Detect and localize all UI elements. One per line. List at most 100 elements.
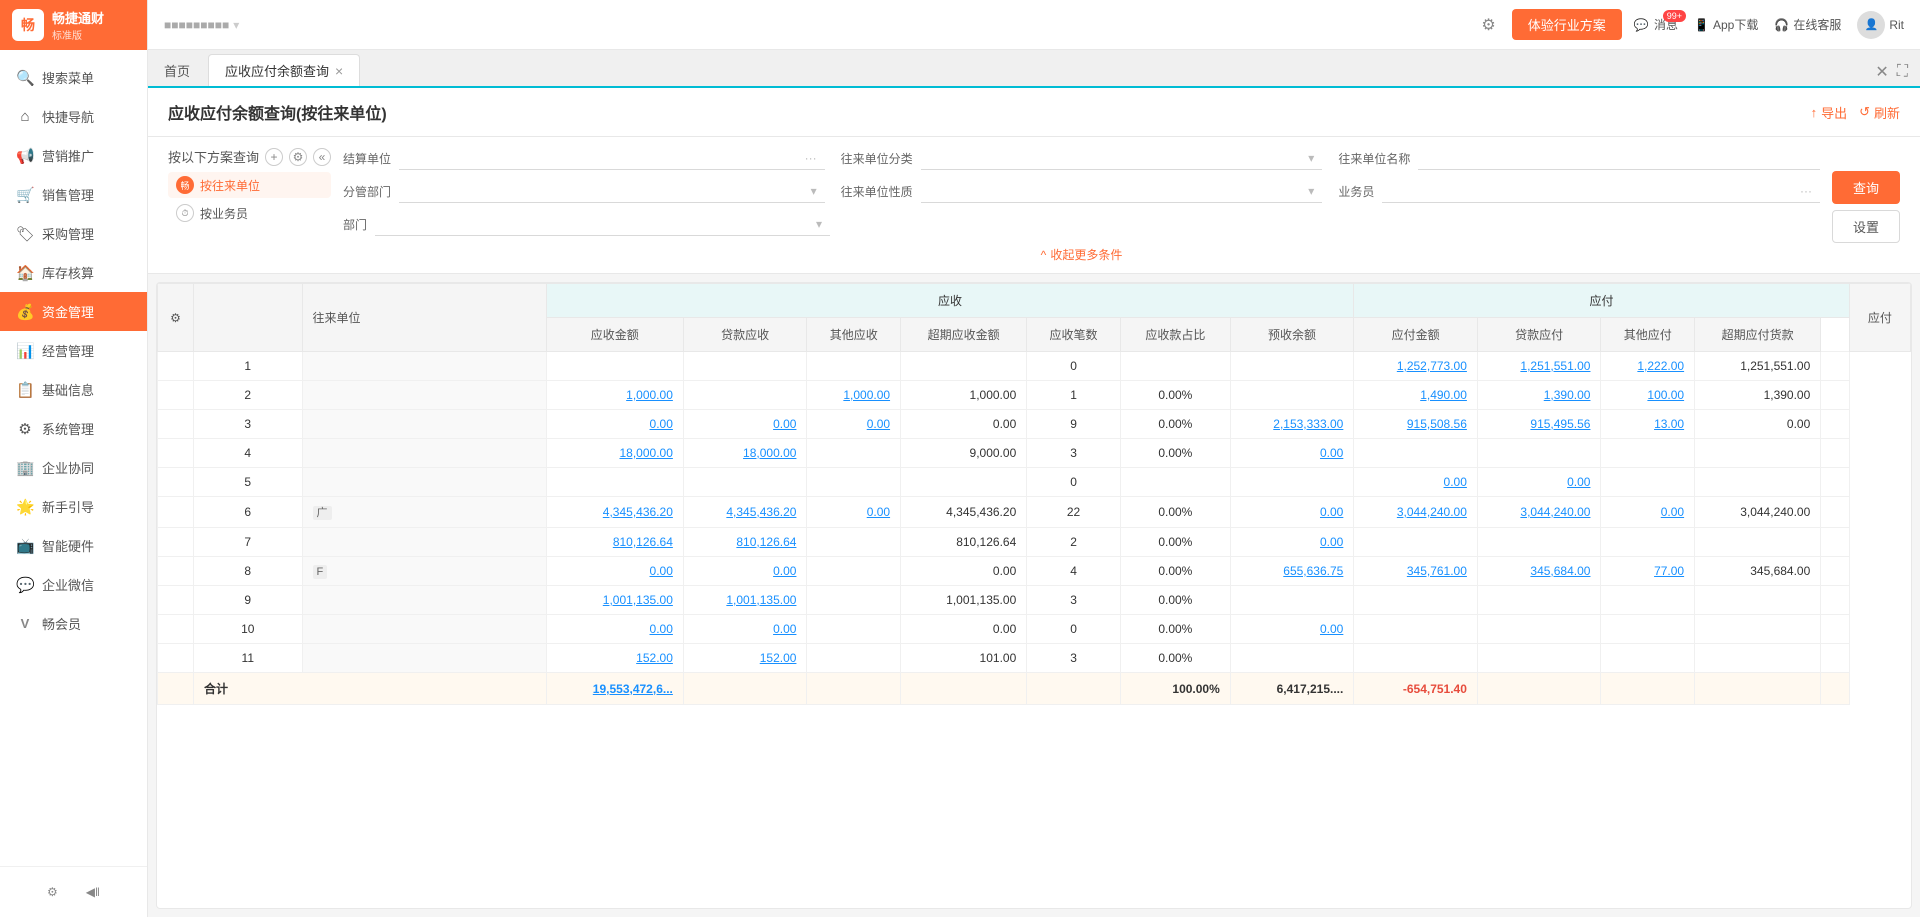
sidebar-item-guide[interactable]: 🌟 新手引导: [0, 487, 147, 526]
window-maximize-icon[interactable]: ⛶: [1897, 63, 1908, 81]
total-ar-advance: 6,417,215....: [1230, 673, 1354, 705]
sidebar-label-marketing: 营销推广: [42, 146, 94, 165]
salesman-ellipsis: ···: [1800, 184, 1812, 198]
refresh-button[interactable]: ↺ 刷新: [1859, 103, 1900, 122]
row-unit: [302, 615, 546, 644]
filter-add-button[interactable]: +: [265, 148, 283, 166]
sidebar-label-sales: 销售管理: [42, 185, 94, 204]
export-button[interactable]: ↑ 导出: [1811, 103, 1848, 122]
sidebar-item-hardware[interactable]: 📺 智能硬件: [0, 526, 147, 565]
filter-dept-managed: 分管部门 ▾: [343, 180, 825, 203]
sidebar-item-business[interactable]: 📊 经营管理: [0, 331, 147, 370]
row-unit: [302, 439, 546, 468]
window-close-icon[interactable]: ✕: [1875, 62, 1888, 82]
sidebar-label-hardware: 智能硬件: [42, 536, 94, 555]
col-settings-header[interactable]: ⚙: [158, 284, 194, 352]
sidebar: 畅 畅捷通财 标准版 🔍 搜索菜单 ⌂ 快捷导航 📢 营销推广 🛒 销售管理 🏷…: [0, 0, 148, 917]
member-icon: V: [16, 616, 34, 631]
table-row: 8F0.000.000.0040.00%655,636.75345,761.00…: [158, 557, 1911, 586]
filter-salesman: 业务员 ···: [1338, 180, 1820, 203]
sidebar-item-wechat[interactable]: 💬 企业微信: [0, 565, 147, 604]
sidebar-item-sales[interactable]: 🛒 销售管理: [0, 175, 147, 214]
sidebar-item-purchase[interactable]: 🏷 采购管理: [0, 214, 147, 253]
sidebar-item-finance[interactable]: 💰 资金管理: [0, 292, 147, 331]
scheme-by-staff-icon: ⏱: [176, 204, 194, 222]
filter-settings-icon[interactable]: ⚙: [289, 148, 307, 166]
col-ar-amount-header: 应收金额: [546, 318, 683, 352]
table-row: 6广4,345,436.204,345,436.200.004,345,436.…: [158, 497, 1911, 528]
online-service-label: 在线客服: [1793, 16, 1841, 33]
tab-home-label: 首页: [164, 61, 190, 80]
query-button[interactable]: 查询: [1832, 171, 1900, 204]
breadcrumb-divider: ▾: [233, 18, 239, 32]
purchase-icon: 🏷: [16, 225, 34, 243]
col-ap-extra-header: 应付: [1849, 284, 1910, 352]
sidebar-item-enterprise[interactable]: 🏢 企业协同: [0, 448, 147, 487]
promo-button[interactable]: 体验行业方案: [1512, 9, 1622, 40]
col-ar-count-header: 应收笔数: [1027, 318, 1121, 352]
filter-collapse-icon[interactable]: «: [313, 148, 331, 166]
settings-button[interactable]: 设置: [1832, 210, 1900, 243]
unit-name-input[interactable]: [1418, 147, 1820, 170]
filter-fields: 结算单位 ··· 往来单位分类 ▾ 往来单位名称: [343, 147, 1820, 267]
row-unit: [302, 586, 546, 615]
table-row: 7810,126.64810,126.64810,126.6420.00%0.0…: [158, 528, 1911, 557]
sidebar-item-basic-info[interactable]: 📋 基础信息: [0, 370, 147, 409]
sidebar-label-member: 畅会员: [42, 614, 81, 633]
total-label-cell: 合计: [194, 673, 547, 705]
sidebar-collapse-button[interactable]: ◀‖: [74, 877, 112, 907]
row-unit: [302, 352, 546, 381]
row-unit: 广: [302, 497, 546, 528]
total-ap-amount: -654,751.40: [1354, 673, 1478, 705]
app-download-button[interactable]: 📱 App下载: [1694, 16, 1758, 33]
breadcrumb-text: ■■■■■■■■■: [164, 18, 229, 32]
tab-home[interactable]: 首页: [148, 54, 206, 86]
dept-input[interactable]: ▾: [375, 213, 830, 236]
unit-nature-chevron: ▾: [1308, 184, 1314, 198]
unit-nature-label: 往来单位性质: [841, 183, 913, 200]
system-icon: ⚙: [16, 420, 34, 438]
logo-icon: 畅: [12, 9, 44, 41]
sidebar-settings-button[interactable]: ⚙: [35, 877, 70, 907]
app-download-label: App下载: [1713, 16, 1758, 33]
sidebar-item-search-menu[interactable]: 🔍 搜索菜单: [0, 58, 147, 97]
sidebar-item-system[interactable]: ⚙ 系统管理: [0, 409, 147, 448]
scheme-by-staff[interactable]: ⏱ 按业务员: [168, 200, 331, 226]
query-buttons: 查询 设置: [1832, 147, 1900, 267]
salesman-input[interactable]: ···: [1382, 180, 1820, 203]
scheme-by-unit[interactable]: 畅 按往来单位: [168, 172, 331, 198]
tab-ar-ap[interactable]: 应收应付余额查询 ×: [208, 54, 360, 86]
sidebar-item-inventory[interactable]: 🏠 库存核算: [0, 253, 147, 292]
sidebar-label-guide: 新手引导: [42, 497, 94, 516]
sidebar-item-marketing[interactable]: 📢 营销推广: [0, 136, 147, 175]
total-ar-other: [807, 673, 901, 705]
sidebar-item-member[interactable]: V 畅会员: [0, 604, 147, 643]
messages-button[interactable]: 💬 99+ 消息: [1634, 16, 1678, 33]
settings-gear-icon[interactable]: ⚙: [1477, 11, 1499, 39]
sidebar-label-quick-nav: 快捷导航: [42, 107, 94, 126]
row-unit: [302, 381, 546, 410]
refresh-icon: ↺: [1859, 104, 1870, 120]
col-index-header: [194, 284, 303, 352]
unit-nature-input[interactable]: ▾: [921, 180, 1323, 203]
unit-category-input[interactable]: ▾: [921, 147, 1323, 170]
page-title: 应收应付余额查询(按往来单位): [168, 100, 387, 136]
tab-close-icon[interactable]: ×: [335, 63, 343, 79]
scheme-by-unit-label: 按往来单位: [200, 177, 260, 194]
collapse-button[interactable]: ^ 收起更多条件: [343, 242, 1820, 267]
sidebar-menu: 🔍 搜索菜单 ⌂ 快捷导航 📢 营销推广 🛒 销售管理 🏷 采购管理 🏠 库存核…: [0, 50, 147, 866]
dept-chevron: ▾: [816, 217, 822, 231]
avatar: 👤: [1857, 11, 1885, 39]
table-row: 500.000.00: [158, 468, 1911, 497]
online-service-button[interactable]: 🎧 在线客服: [1774, 16, 1841, 33]
total-ar-loan: [683, 673, 807, 705]
sidebar-item-quick-nav[interactable]: ⌂ 快捷导航: [0, 97, 147, 136]
filter-section: 按以下方案查询 + ⚙ « 畅 按往来单位 ⏱ 按业务员: [148, 137, 1920, 274]
col-settings-icon[interactable]: ⚙: [170, 311, 181, 325]
row-index: 9: [194, 586, 303, 615]
settlement-unit-input[interactable]: ···: [399, 147, 825, 170]
row-index: 5: [194, 468, 303, 497]
user-profile[interactable]: 👤 Rit: [1857, 11, 1904, 39]
dept-managed-input[interactable]: ▾: [399, 180, 825, 203]
row-index: 6: [194, 497, 303, 528]
